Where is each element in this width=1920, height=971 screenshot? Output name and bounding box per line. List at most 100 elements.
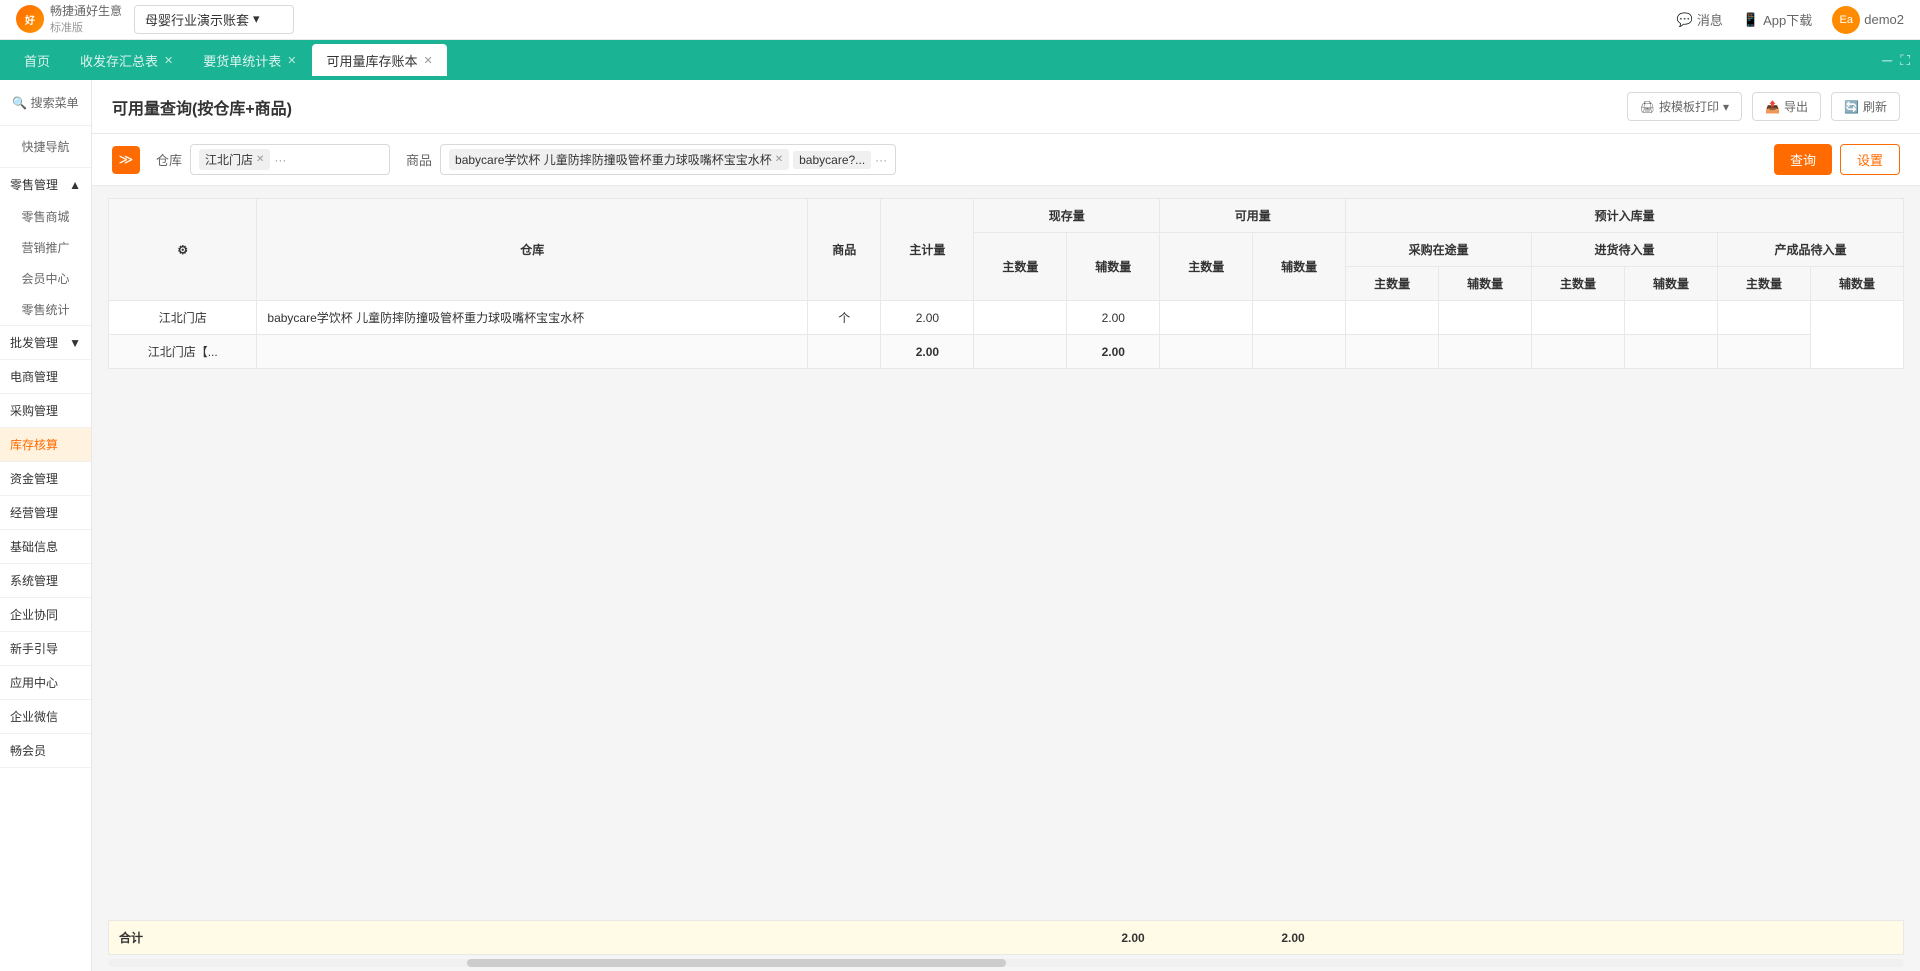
query-button[interactable]: 查询 [1774, 144, 1832, 175]
warehouse-tag-value: 江北门店 [205, 151, 253, 168]
product-tag1-close[interactable]: ✕ [775, 154, 783, 165]
sidebar-ecommerce-header[interactable]: 电商管理 [0, 360, 91, 393]
product-filter-input[interactable]: babycare学饮杯 儿童防摔防撞吸管杯重力球吸嘴杯宝宝水杯 ✕ babyca… [440, 144, 896, 175]
tab-home[interactable]: 首页 [10, 44, 64, 76]
sidebar-vip-label: 畅会员 [10, 742, 46, 759]
user-profile[interactable]: Ea demo2 [1832, 6, 1904, 34]
sidebar-system-header[interactable]: 系统管理 [0, 564, 91, 597]
sidebar-basic-header[interactable]: 基础信息 [0, 530, 91, 563]
sidebar-basic-label: 基础信息 [10, 538, 58, 555]
export-button[interactable]: 📤 导出 [1752, 92, 1821, 121]
sidebar-operations-label: 经营管理 [10, 504, 58, 521]
sidebar-system-label: 系统管理 [10, 572, 58, 589]
sidebar-vip-header[interactable]: 畅会员 [0, 734, 91, 767]
tab-order-stats-close[interactable]: ✕ [287, 54, 296, 67]
sidebar-item-retail-stats[interactable]: 零售统计 [0, 294, 91, 325]
tab-available-stock[interactable]: 可用量库存账本 ✕ [312, 44, 446, 76]
avatar: Ea [1832, 6, 1860, 34]
tab-available-stock-close[interactable]: ✕ [424, 54, 433, 67]
store-selector[interactable]: 母婴行业演示账套 [134, 5, 294, 34]
warehouse-filter-group: 仓库 江北门店 ✕ ··· [156, 144, 390, 175]
th-unit: 主计量 [881, 199, 974, 301]
tab-home-label: 首页 [24, 51, 50, 70]
filter-area: ≫ 仓库 江北门店 ✕ ··· 商品 babycare学饮杯 儿童防摔防撞吸管杯… [92, 134, 1920, 186]
sidebar-enterprise-header[interactable]: 企业协同 [0, 598, 91, 631]
sidebar-item-member[interactable]: 会员中心 [0, 263, 91, 294]
search-menu-button[interactable]: 🔍 搜索菜单 [8, 88, 83, 117]
sidebar-inventory-header[interactable]: 库存核算 [0, 428, 91, 461]
template-print-button[interactable]: 🖨 按模板打印 [1627, 92, 1742, 121]
settings-button[interactable]: 设置 [1840, 144, 1900, 175]
tab-bar-actions: ─ ⛶ [1882, 52, 1910, 69]
th-product: 商品 [808, 199, 881, 301]
sidebar-app-center-header[interactable]: 应用中心 [0, 666, 91, 699]
warehouse-filter-tag: 江北门店 ✕ [199, 149, 270, 170]
tab-order-stats[interactable]: 要货单统计表 ✕ [189, 44, 310, 76]
row1-unit: 个 [808, 301, 881, 335]
row2-stock-aux [974, 335, 1067, 369]
tab-order-stats-label: 要货单统计表 [203, 51, 281, 70]
sidebar-item-marketing[interactable]: 营销推广 [0, 232, 91, 263]
sidebar-finance-header[interactable]: 资金管理 [0, 462, 91, 495]
row1-warehouse: 江北门店 [109, 301, 257, 335]
tab-expand-icon[interactable]: ⛶ [1900, 52, 1910, 69]
message-icon: 💬 [1677, 12, 1693, 28]
store-selector-chevron [253, 11, 260, 27]
tab-receive-summary-close[interactable]: ✕ [164, 54, 173, 67]
warehouse-filter-input[interactable]: 江北门店 ✕ ··· [190, 144, 390, 175]
row2-production-main [1625, 335, 1718, 369]
warehouse-filter-more[interactable]: ··· [274, 153, 286, 167]
sidebar-section-enterprise: 企业协同 [0, 598, 91, 632]
th-available-main: 主数量 [1160, 233, 1253, 301]
horizontal-scrollbar[interactable] [108, 955, 1904, 971]
sidebar-search-area: 🔍 搜索菜单 [0, 80, 91, 126]
th-arrival-aux: 辅数量 [1625, 267, 1718, 301]
sidebar-ecommerce-label: 电商管理 [10, 368, 58, 385]
sidebar-new-guide-header[interactable]: 新手引导 [0, 632, 91, 665]
product-filter-tag2: babycare?... [793, 151, 871, 169]
th-gear[interactable]: ⚙ [109, 199, 257, 301]
logo-subtext: 标准版 [50, 19, 122, 35]
th-arrival-main: 主数量 [1532, 267, 1625, 301]
sidebar-item-quick-nav[interactable]: 快捷导航 [0, 130, 91, 163]
product-filter-more[interactable]: ··· [875, 153, 887, 167]
refresh-button[interactable]: 🔄 刷新 [1831, 92, 1900, 121]
scrollbar-thumb[interactable] [467, 959, 1006, 967]
sidebar-purchase-label: 采购管理 [10, 402, 58, 419]
phone-icon: 📱 [1743, 12, 1759, 28]
sidebar-section-purchase: 采购管理 [0, 394, 91, 428]
sidebar-enterprise-wechat-header[interactable]: 企业微信 [0, 700, 91, 733]
sidebar-retail-header[interactable]: 零售管理 ▲ [0, 168, 91, 201]
scrollbar-track [108, 959, 1904, 967]
th-available-group: 可用量 [1160, 199, 1346, 233]
filter-toggle-button[interactable]: ≫ [112, 146, 140, 174]
row1-purchase-aux [1346, 301, 1439, 335]
table-row: 江北门店【... 2.00 2.00 [109, 335, 1904, 369]
message-button[interactable]: 💬 消息 [1677, 10, 1723, 29]
th-warehouse: 仓库 [257, 199, 808, 301]
row2-unit [808, 335, 881, 369]
sidebar-wholesale-header[interactable]: 批发管理 ▼ [0, 326, 91, 359]
row2-purchase-main [1253, 335, 1346, 369]
warehouse-tag-close[interactable]: ✕ [256, 154, 264, 165]
sidebar-item-retail-mall[interactable]: 零售商城 [0, 201, 91, 232]
print-chevron [1723, 100, 1729, 114]
row1-product: babycare学饮杯 儿童防摔防撞吸管杯重力球吸嘴杯宝宝水杯 [257, 301, 808, 335]
filter-action-buttons: 查询 设置 [1774, 144, 1900, 175]
sidebar-operations-header[interactable]: 经营管理 [0, 496, 91, 529]
refresh-label: 刷新 [1863, 98, 1887, 115]
sidebar-purchase-header[interactable]: 采购管理 [0, 394, 91, 427]
tab-minimize-icon[interactable]: ─ [1882, 52, 1892, 68]
sidebar-section-vip: 畅会员 [0, 734, 91, 768]
row2-production-aux [1717, 335, 1810, 369]
sidebar-finance-label: 资金管理 [10, 470, 58, 487]
th-production-group: 产成品待入量 [1717, 233, 1903, 267]
th-stock-main: 主数量 [974, 233, 1067, 301]
app-download-button[interactable]: 📱 App下载 [1743, 10, 1812, 29]
sidebar-section-app-center: 应用中心 [0, 666, 91, 700]
sidebar-retail-label: 零售管理 [10, 176, 58, 193]
row2-purchase-aux [1346, 335, 1439, 369]
tab-receive-summary[interactable]: 收发存汇总表 ✕ [66, 44, 187, 76]
sidebar-section-wholesale: 批发管理 ▼ [0, 326, 91, 360]
tab-receive-summary-label: 收发存汇总表 [80, 51, 158, 70]
